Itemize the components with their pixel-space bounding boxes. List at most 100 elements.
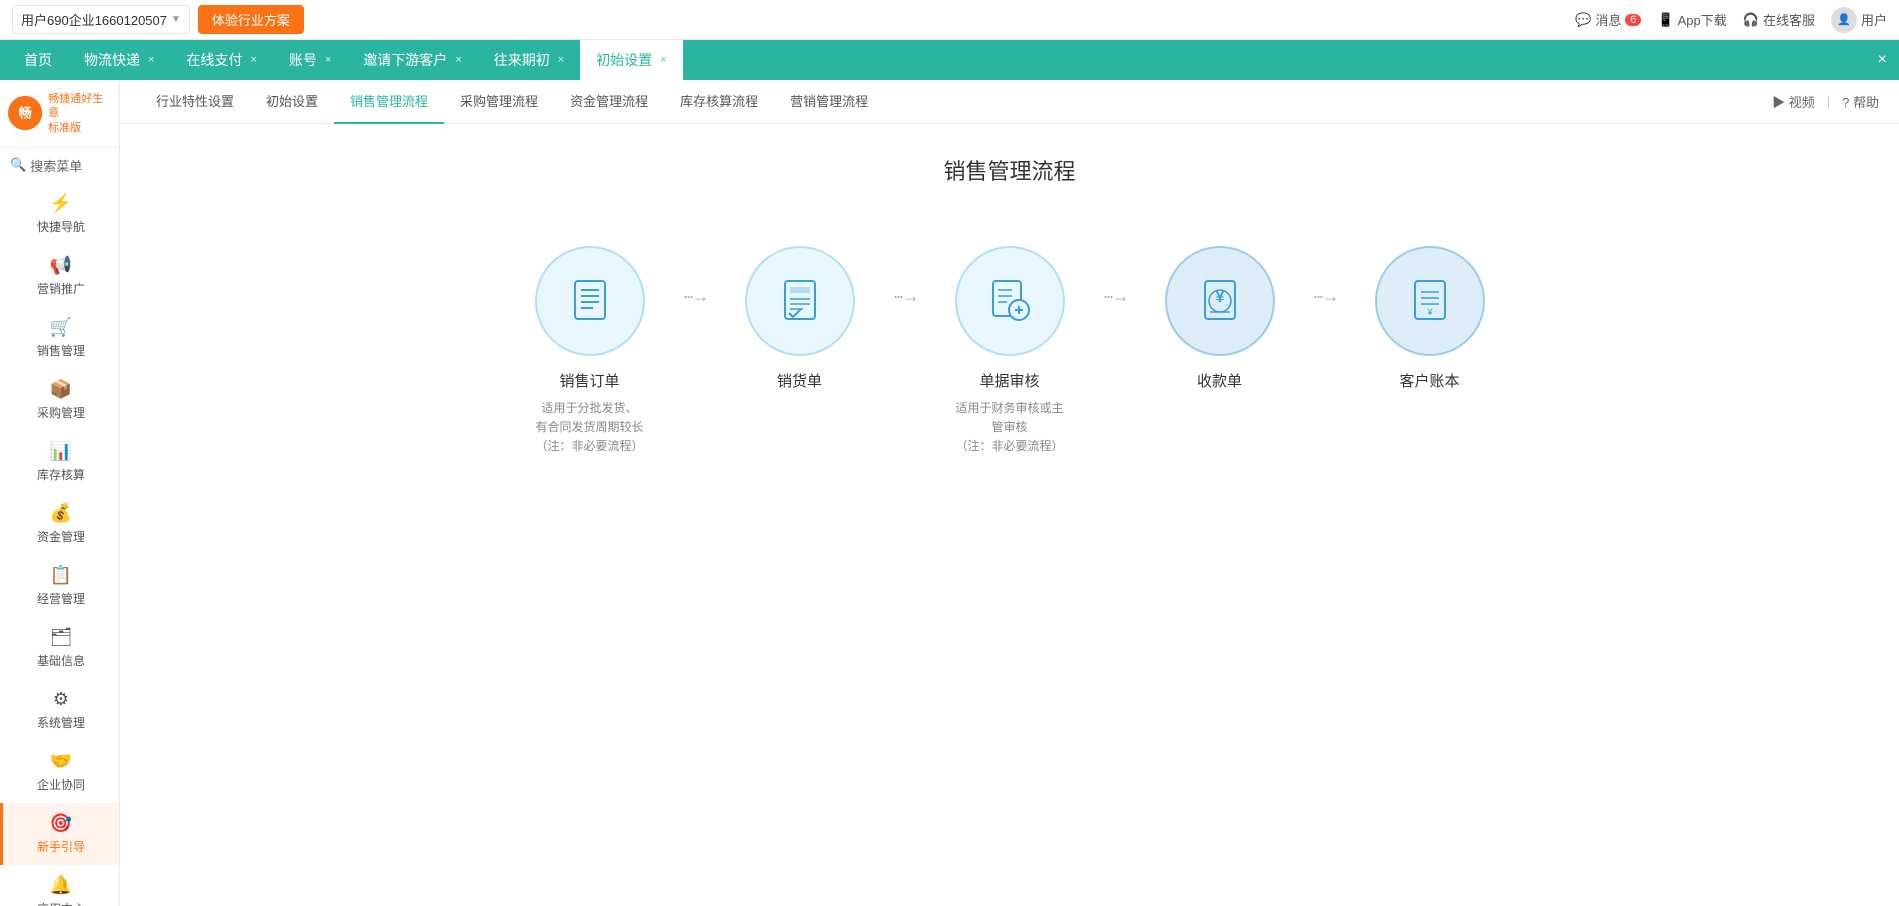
step1-name: 销售订单 <box>559 370 619 391</box>
message-badge: 6 <box>1625 14 1641 26</box>
app-download-button[interactable]: 📱 App下载 <box>1657 10 1726 29</box>
quick-nav-icon: ⚡ <box>50 193 72 214</box>
close-invite-icon[interactable]: × <box>455 54 461 66</box>
close-all-tabs-button[interactable]: × <box>1878 51 1887 69</box>
nav-tab-init[interactable]: 初始设置 × <box>580 40 682 80</box>
flow-step-invoice: 销货单 <box>720 246 880 399</box>
arrow-4-icon: ···→ <box>1313 286 1337 307</box>
search-icon: 🔍 <box>10 157 26 173</box>
close-period-icon[interactable]: × <box>558 54 564 66</box>
close-account-icon[interactable]: × <box>325 54 331 66</box>
subtab-industry-label: 行业特性设置 <box>156 94 234 109</box>
subtab-inventory-flow[interactable]: 库存核算流程 <box>664 80 774 124</box>
sidebar-item-inventory[interactable]: 📊 库存核算 <box>0 431 119 493</box>
sidebar-item-enterprise-collab[interactable]: 🤝 企业协同 <box>0 741 119 803</box>
sidebar-item-sales[interactable]: 🛒 销售管理 <box>0 307 119 369</box>
nav-tab-home[interactable]: 首页 <box>8 40 68 80</box>
headset-icon: 🎧 <box>1743 12 1759 28</box>
top-bar-right: 💬 消息 6 📱 App下载 🎧 在线客服 👤 用户 <box>1575 7 1887 33</box>
step1-desc: 适用于分批发货、有合同发货周期较长（注：非必要流程） <box>535 399 643 457</box>
sidebar-item-operation[interactable]: 📋 经营管理 <box>0 555 119 617</box>
newbie-label: 新手引导 <box>37 838 85 855</box>
arrow-3-icon: ···→ <box>1103 286 1127 307</box>
subtab-init-label: 初始设置 <box>266 94 318 109</box>
message-label: 消息 <box>1595 10 1621 29</box>
sidebar-item-system[interactable]: ⚙ 系统管理 <box>0 679 119 741</box>
sidebar-item-basic-info[interactable]: 🗂 基础信息 <box>0 617 119 679</box>
step5-name: 客户账本 <box>1399 370 1459 391</box>
inventory-icon: 📊 <box>50 441 72 462</box>
sidebar-item-finance[interactable]: 💰 资金管理 <box>0 493 119 555</box>
operation-label: 经营管理 <box>37 590 85 607</box>
help-button[interactable]: ? 帮助 <box>1842 92 1879 111</box>
nav-tab-home-label: 首页 <box>24 50 52 70</box>
nav-tab-payment[interactable]: 在线支付 × <box>170 40 272 80</box>
nav-tab-invite-label: 邀请下游客户 <box>363 50 447 70</box>
flow-circle-sales-order <box>535 246 645 356</box>
arrow-2-icon: ···→ <box>893 286 917 307</box>
search-label: 搜索菜单 <box>30 156 82 175</box>
subtab-marketing-flow[interactable]: 营销管理流程 <box>774 80 884 124</box>
nav-tab-invite[interactable]: 邀请下游客户 × <box>347 40 477 80</box>
video-icon: ▶ <box>1772 95 1785 110</box>
flow-step-receipt: ¥ 收款单 <box>1140 246 1300 399</box>
subtab-purchase-flow[interactable]: 采购管理流程 <box>444 80 554 124</box>
flow-circle-invoice <box>745 246 855 356</box>
video-help-button[interactable]: ▶ 视频 <box>1772 92 1815 111</box>
subtab-finance-flow[interactable]: 资金管理流程 <box>554 80 664 124</box>
svg-text:¥: ¥ <box>1426 307 1433 317</box>
inventory-label: 库存核算 <box>37 466 85 483</box>
nav-tab-period[interactable]: 往来期初 × <box>478 40 580 80</box>
operation-icon: 📋 <box>50 565 72 586</box>
trial-button[interactable]: 体验行业方案 <box>198 5 304 34</box>
nav-tab-logistics[interactable]: 物流快递 × <box>68 40 170 80</box>
flow-arrow-1: ···→ <box>670 246 720 307</box>
sidebar-item-appstore[interactable]: 🔔 应用中心 <box>0 865 119 906</box>
sub-tabs-left: 行业特性设置 初始设置 销售管理流程 采购管理流程 资金管理流程 库存核算流程 <box>140 80 884 124</box>
step3-name: 单据审核 <box>979 370 1039 391</box>
flow-step-audit: 单据审核 适用于财务审核或主管审核（注：非必要流程） <box>930 246 1090 457</box>
flow-diagram: 销售订单 适用于分批发货、有合同发货周期较长（注：非必要流程） ···→ <box>160 246 1859 457</box>
flow-arrow-3: ···→ <box>1090 246 1140 307</box>
chevron-down-icon: ▼ <box>171 14 181 25</box>
subtab-inventory-flow-label: 库存核算流程 <box>680 94 758 109</box>
subtab-industry[interactable]: 行业特性设置 <box>140 80 250 124</box>
flow-step-ledger: ¥ 客户账本 <box>1350 246 1510 399</box>
flow-circle-audit <box>955 246 1065 356</box>
message-icon: 💬 <box>1575 12 1591 28</box>
close-init-icon[interactable]: × <box>660 54 666 66</box>
close-logistics-icon[interactable]: × <box>148 54 154 66</box>
divider: | <box>1827 94 1830 109</box>
sidebar-item-purchase[interactable]: 📦 采购管理 <box>0 369 119 431</box>
online-service-label: 在线客服 <box>1763 10 1815 29</box>
main-layout: 畅 畅捷通好生意 标准版 🔍 搜索菜单 ⚡ 快捷导航 📢 营销推广 🛒 销售管理… <box>0 80 1899 906</box>
flow-content: 销售管理流程 销售订单 适用于分批发货、有合同发货周期较长（ <box>120 124 1899 906</box>
user-label: 用户690企业1660120507 <box>21 10 167 29</box>
subtab-marketing-flow-label: 营销管理流程 <box>790 94 868 109</box>
sidebar-item-newbie[interactable]: 🎯 新手引导 <box>0 803 119 865</box>
close-payment-icon[interactable]: × <box>250 54 256 66</box>
sidebar-logo: 畅 畅捷通好生意 标准版 <box>0 80 119 148</box>
sidebar-item-quick-nav[interactable]: ⚡ 快捷导航 <box>0 183 119 245</box>
enterprise-collab-icon: 🤝 <box>50 751 72 772</box>
sub-tabs: 行业特性设置 初始设置 销售管理流程 采购管理流程 资金管理流程 库存核算流程 <box>120 80 1899 124</box>
newbie-icon: 🎯 <box>50 813 72 834</box>
user-selector[interactable]: 用户690企业1660120507 ▼ <box>12 5 190 34</box>
subtab-init[interactable]: 初始设置 <box>250 80 334 124</box>
nav-tab-account[interactable]: 账号 × <box>273 40 347 80</box>
flow-circle-ledger: ¥ <box>1375 246 1485 356</box>
app-icon: 📱 <box>1657 12 1673 28</box>
marketing-icon: 📢 <box>50 255 72 276</box>
sidebar-search[interactable]: 🔍 搜索菜单 <box>0 148 119 183</box>
brand-logo-icon: 畅 <box>8 95 42 131</box>
app-download-label: App下载 <box>1678 10 1727 29</box>
arrow-1-icon: ···→ <box>683 286 707 307</box>
nav-tab-period-label: 往来期初 <box>494 50 550 70</box>
online-service-button[interactable]: 🎧 在线客服 <box>1743 10 1815 29</box>
purchase-icon: 📦 <box>50 379 72 400</box>
subtab-sales-flow[interactable]: 销售管理流程 <box>334 80 444 124</box>
sidebar-item-marketing[interactable]: 📢 营销推广 <box>0 245 119 307</box>
flow-arrow-2: ···→ <box>880 246 930 307</box>
user-avatar[interactable]: 👤 用户 <box>1831 7 1887 33</box>
message-button[interactable]: 💬 消息 6 <box>1575 10 1641 29</box>
